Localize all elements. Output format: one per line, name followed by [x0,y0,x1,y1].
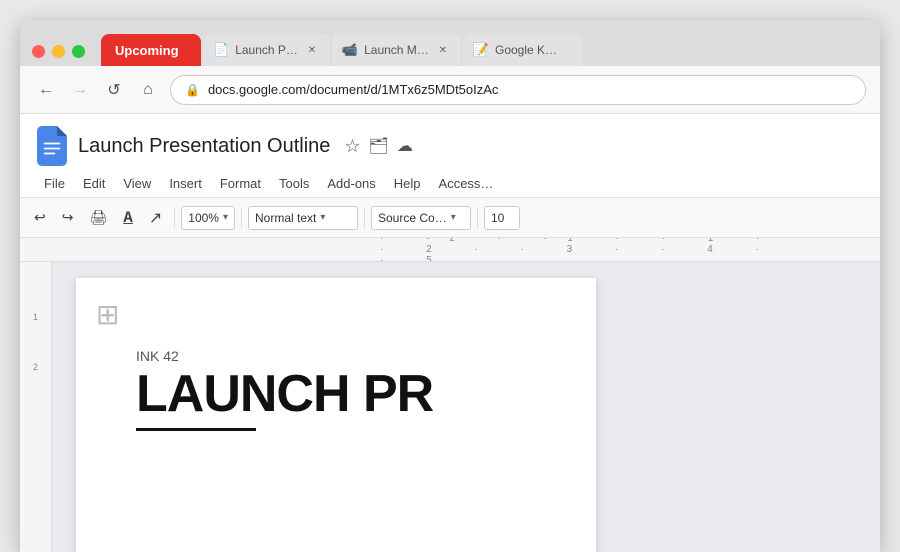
tab-launch-meet[interactable]: 📹 Launch M… ✕ [332,34,461,66]
tab-close-icon[interactable]: ✕ [435,42,451,58]
title-action-icons: ☆ 🗂 ☁ [344,136,412,157]
browser-window: Upcoming 📄 Launch P… ✕ 📹 Launch M… ✕ 📝 G… [20,20,880,552]
tab-upcoming[interactable]: Upcoming [101,34,201,66]
home-button[interactable]: ⌂ [136,78,160,102]
folder-icon[interactable]: 🗂 [369,136,389,156]
tab-close-icon[interactable]: ✕ [304,42,320,58]
home-icon: ⌂ [143,81,153,99]
paint-format-button[interactable]: A [117,205,139,231]
cursor-tool-button[interactable]: ↗ [143,204,168,232]
redo-button[interactable]: ↪ [56,205,80,230]
zoom-dropdown[interactable]: 100% ▾ [181,206,235,230]
normal-text-arrow: ▾ [320,212,325,223]
print-icon: 🖨 [89,209,107,226]
forward-button[interactable]: → [68,78,92,102]
window-controls [32,45,85,66]
doc-title-partial: LAUNCH PR [136,368,536,420]
url-text: docs.google.com/document/d/1MTx6z5MDt5oI… [208,82,498,97]
tab-bar: Upcoming 📄 Launch P… ✕ 📹 Launch M… ✕ 📝 G… [20,20,880,66]
reload-button[interactable]: ↺ [102,78,126,102]
docs-title: Launch Presentation Outline [78,135,330,158]
cursor-icon: ↗ [149,208,162,228]
menu-edit[interactable]: Edit [75,172,113,195]
toolbar-separator-4 [477,208,478,228]
tab-launch-m-label: Launch M… [364,43,429,57]
menu-insert[interactable]: Insert [161,172,210,195]
tab-upcoming-label: Upcoming [115,43,179,58]
menu-addons[interactable]: Add-ons [319,172,383,195]
forward-arrow-icon: → [72,81,88,99]
ruler: · -2 · -1 · · 1 · · 2 · · 3 · · 4 · · 5 [20,238,880,262]
docs-app-header: Launch Presentation Outline ☆ 🗂 ☁ File E… [20,114,880,198]
redo-icon: ↪ [62,209,74,226]
toolbar-separator-1 [174,208,175,228]
toolbar-separator-2 [241,208,242,228]
back-button[interactable]: ← [34,78,58,102]
tab-launch-p-label: Launch P… [235,43,298,57]
address-bar: ← → ↺ ⌂ 🔒 docs.google.com/document/d/1MT… [20,66,880,114]
left-ruler: 1 2 [20,262,52,552]
close-button[interactable] [32,45,45,58]
maximize-button[interactable] [72,45,85,58]
paint-format-icon: A [123,209,133,227]
font-label: Source Co… [378,211,447,225]
undo-button[interactable]: ↩ [28,205,52,230]
doc-subtitle: INK 42 [136,348,536,364]
toolbar-separator-3 [364,208,365,228]
tab-google-keep[interactable]: 📝 Google K… [463,34,583,66]
doc-underline [136,428,256,431]
star-icon[interactable]: ☆ [344,136,360,157]
menu-tools[interactable]: Tools [271,172,317,195]
normal-text-dropdown[interactable]: Normal text ▾ [248,206,358,230]
undo-icon: ↩ [34,209,46,226]
reload-icon: ↺ [107,80,120,100]
font-dropdown-arrow: ▾ [451,212,456,223]
page-grid-icon: ⊞ [96,298,119,331]
docs-title-row: Launch Presentation Outline ☆ 🗂 ☁ [36,122,864,170]
tab-launch-presentation[interactable]: 📄 Launch P… ✕ [203,34,330,66]
ruler-mark-2: 2 [33,362,38,372]
cloud-icon[interactable]: ☁ [397,136,413,156]
docs-logo-icon [36,126,68,166]
docs-menu-bar: File Edit View Insert Format Tools Add-o… [36,170,864,197]
menu-view[interactable]: View [115,172,159,195]
zoom-dropdown-arrow: ▾ [223,212,228,223]
zoom-value: 100% [188,211,219,225]
font-size-value: 10 [491,211,504,225]
menu-help[interactable]: Help [386,172,429,195]
meet-tab-icon: 📹 [342,42,358,58]
menu-format[interactable]: Format [212,172,269,195]
ruler-marks: · -2 · -1 · · 1 · · 2 · · 3 · · 4 · · 5 [380,238,810,262]
print-button[interactable]: 🖨 [83,205,113,230]
menu-access[interactable]: Access… [431,172,502,195]
docs-toolbar: ↩ ↪ 🖨 A ↗ 100% ▾ Normal text ▾ Source Co… [20,198,880,238]
doc-page: ⊞ INK 42 LAUNCH PR [76,278,596,552]
url-bar[interactable]: 🔒 docs.google.com/document/d/1MTx6z5MDt5… [170,75,866,105]
tab-google-k-label: Google K… [495,43,573,57]
normal-text-label: Normal text [255,211,316,225]
back-arrow-icon: ← [38,81,54,99]
ruler-mark-1: 1 [33,312,38,322]
minimize-button[interactable] [52,45,65,58]
font-dropdown[interactable]: Source Co… ▾ [371,206,471,230]
menu-file[interactable]: File [36,172,73,195]
docs-tab-icon: 📄 [213,42,229,58]
keep-tab-icon: 📝 [473,42,489,58]
doc-area: 1 2 ⊞ INK 42 LAUNCH PR [20,262,880,552]
font-size-field[interactable]: 10 [484,206,520,230]
lock-icon: 🔒 [185,83,200,97]
doc-scroll-area[interactable]: ⊞ INK 42 LAUNCH PR [52,262,880,552]
